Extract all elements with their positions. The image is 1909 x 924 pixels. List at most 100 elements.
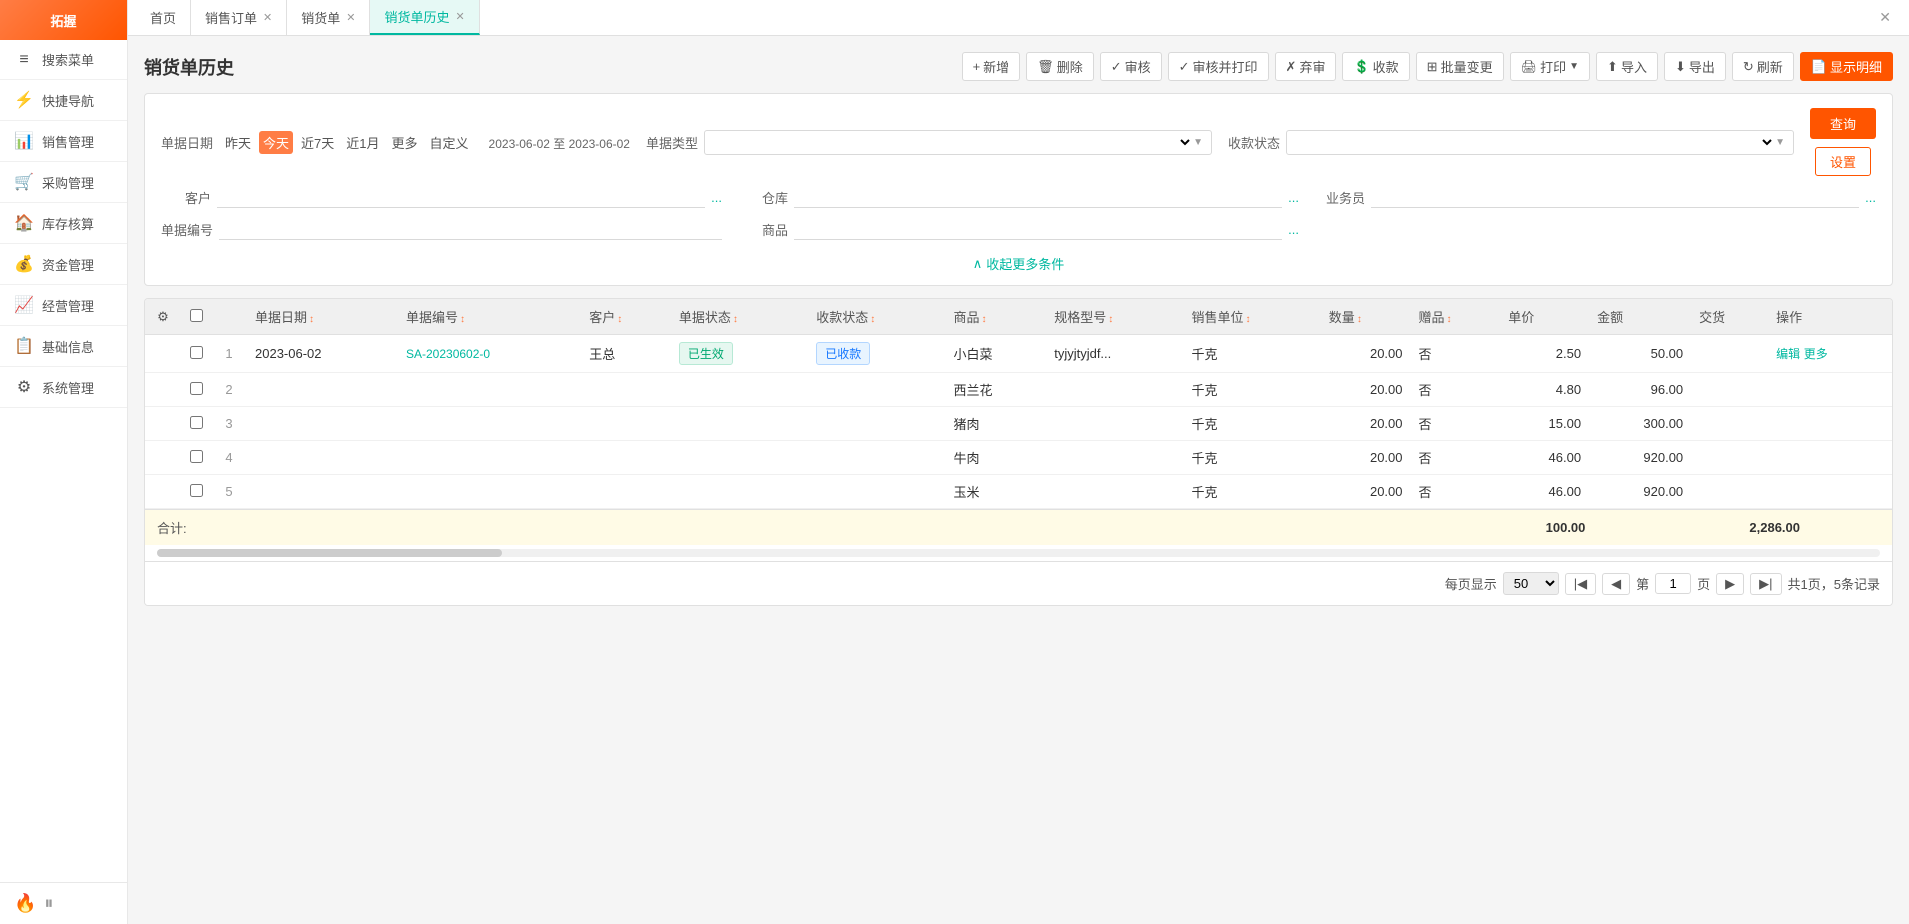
collect-button[interactable]: 💲 收款: [1342, 52, 1409, 81]
last-page-button[interactable]: ▶|: [1750, 573, 1781, 595]
warehouse-more-icon[interactable]: ...: [1288, 190, 1299, 205]
date-more-btn[interactable]: 更多: [388, 131, 422, 154]
customer-more-icon[interactable]: ...: [711, 190, 722, 205]
print-dropdown-icon: ▼: [1569, 61, 1579, 72]
row-checkbox[interactable]: [190, 346, 203, 359]
cell-check[interactable]: [181, 335, 211, 373]
col-unit[interactable]: 销售单位↕: [1184, 299, 1321, 335]
col-paymentstatus[interactable]: 收款状态↕: [808, 299, 945, 335]
import-button[interactable]: ⬆ 导入: [1596, 52, 1658, 81]
audit-print-button[interactable]: ✓ 审核并打印: [1168, 52, 1269, 81]
action-link[interactable]: 编辑: [1776, 347, 1800, 361]
export-button[interactable]: ⬇ 导出: [1664, 52, 1726, 81]
date-7days-btn[interactable]: 近7天: [297, 131, 338, 154]
col-action: 操作: [1768, 299, 1892, 335]
sort-gift-icon: ↕: [1447, 314, 1452, 325]
sidebar-item-system-mgmt[interactable]: ⚙ 系统管理: [0, 367, 127, 408]
query-button[interactable]: 查询: [1810, 108, 1876, 139]
col-customer[interactable]: 客户↕: [581, 299, 671, 335]
audit-button[interactable]: ✓ 审核: [1100, 52, 1162, 81]
sidebar-item-purchase-mgmt[interactable]: 🛒 采购管理: [0, 162, 127, 203]
sidebar-bottom-icon2[interactable]: ⏸: [44, 893, 53, 914]
col-spec[interactable]: 规格型号↕: [1046, 299, 1183, 335]
col-check[interactable]: [181, 299, 211, 335]
date-today-btn[interactable]: 今天: [259, 131, 293, 154]
settings-icon[interactable]: ⚙: [157, 309, 169, 324]
summary-label: 合计:: [157, 518, 187, 537]
salesperson-input[interactable]: [1371, 186, 1859, 208]
delete-button[interactable]: 🗑 删除: [1026, 52, 1094, 81]
tab-close-sales-history[interactable]: ✕: [456, 10, 465, 23]
set-button[interactable]: 设置: [1815, 147, 1871, 176]
row-checkbox[interactable]: [190, 416, 203, 429]
scrollbar-thumb[interactable]: [157, 549, 502, 557]
cell-check[interactable]: [181, 373, 211, 407]
cell-check[interactable]: [181, 441, 211, 475]
next-page-button[interactable]: ▶: [1716, 573, 1744, 595]
goods-more-icon[interactable]: ...: [1288, 222, 1299, 237]
tab-close-sales-goods[interactable]: ✕: [346, 11, 355, 24]
prev-page-button[interactable]: ◀: [1602, 573, 1630, 595]
new-button[interactable]: + 新增: [962, 52, 1021, 81]
horizontal-scrollbar[interactable]: [157, 549, 1880, 557]
date-month-btn[interactable]: 近1月: [342, 131, 383, 154]
doc-type-select[interactable]: [713, 134, 1193, 151]
col-date[interactable]: 单据日期↕: [247, 299, 398, 335]
cell-paymentstatus: [808, 475, 945, 509]
sidebar-item-inventory[interactable]: 🏠 库存核算: [0, 203, 127, 244]
tab-close-all[interactable]: ✕: [1869, 9, 1901, 26]
col-gift[interactable]: 赠品↕: [1411, 299, 1501, 335]
salesperson-more-icon[interactable]: ...: [1865, 190, 1876, 205]
tab-sales-history[interactable]: 销货单历史 ✕: [370, 0, 479, 35]
tab-sales-order[interactable]: 销售订单 ✕: [191, 0, 287, 35]
sidebar-item-basic-info[interactable]: 📋 基础信息: [0, 326, 127, 367]
doc-type-select-wrapper[interactable]: ▼: [704, 130, 1212, 155]
col-docno[interactable]: 单据编号↕: [398, 299, 581, 335]
tab-close-sales-order[interactable]: ✕: [263, 11, 272, 24]
first-page-button[interactable]: |◀: [1565, 573, 1596, 595]
payment-status-select[interactable]: [1295, 134, 1775, 151]
cell-check[interactable]: [181, 407, 211, 441]
select-all-checkbox[interactable]: [190, 309, 203, 322]
page-size-select[interactable]: 20 50 100: [1503, 572, 1559, 595]
cell-qty: 20.00: [1321, 335, 1411, 373]
docno-link[interactable]: SA-20230602-0: [406, 347, 490, 361]
tab-home[interactable]: 首页: [136, 0, 191, 35]
page-suffix: 页: [1697, 574, 1710, 593]
warehouse-input[interactable]: [794, 186, 1282, 208]
cell-date: [247, 373, 398, 407]
date-custom-btn[interactable]: 自定义: [426, 131, 473, 154]
action-link[interactable]: 更多: [1804, 347, 1828, 361]
date-yesterday-btn[interactable]: 昨天: [221, 131, 255, 154]
batch-change-button[interactable]: ⊞ 批量变更: [1416, 52, 1504, 81]
collapse-button[interactable]: ∧ 收起更多条件: [161, 250, 1876, 277]
abandon-button[interactable]: ✗ 弃审: [1275, 52, 1337, 81]
payment-status-select-wrapper[interactable]: ▼: [1286, 130, 1794, 155]
row-checkbox[interactable]: [190, 450, 203, 463]
sort-docno-icon: ↕: [460, 314, 465, 325]
row-checkbox[interactable]: [190, 484, 203, 497]
print-button[interactable]: 🖨 打印 ▼: [1510, 52, 1590, 81]
tab-sales-goods[interactable]: 销货单 ✕: [287, 0, 370, 35]
col-qty[interactable]: 数量↕: [1321, 299, 1411, 335]
row-checkbox[interactable]: [190, 382, 203, 395]
date-range-text: 2023-06-02 至 2023-06-02: [489, 135, 630, 152]
page-input[interactable]: [1655, 573, 1691, 594]
sidebar-bottom-icon1[interactable]: 🔥: [14, 893, 36, 914]
sidebar-item-quick-nav[interactable]: ⚡ 快捷导航: [0, 80, 127, 121]
sidebar-item-operations[interactable]: 📈 经营管理: [0, 285, 127, 326]
sidebar-item-sales-mgmt[interactable]: 📊 销售管理: [0, 121, 127, 162]
col-docstatus[interactable]: 单据状态↕: [671, 299, 808, 335]
col-settings[interactable]: ⚙: [145, 299, 181, 335]
show-detail-button[interactable]: 📄 显示明细: [1800, 52, 1893, 81]
date-label: 单据日期: [161, 133, 213, 152]
goods-input[interactable]: [794, 218, 1282, 240]
docno-input[interactable]: [219, 218, 722, 240]
col-goods[interactable]: 商品↕: [946, 299, 1047, 335]
customer-input[interactable]: [217, 186, 705, 208]
sidebar-item-search-menu[interactable]: ≡ 搜索菜单: [0, 40, 127, 80]
cell-unit: 千克: [1184, 335, 1321, 373]
sidebar-item-finance[interactable]: 💰 资金管理: [0, 244, 127, 285]
refresh-button[interactable]: ↻ 刷新: [1732, 52, 1794, 81]
cell-check[interactable]: [181, 475, 211, 509]
